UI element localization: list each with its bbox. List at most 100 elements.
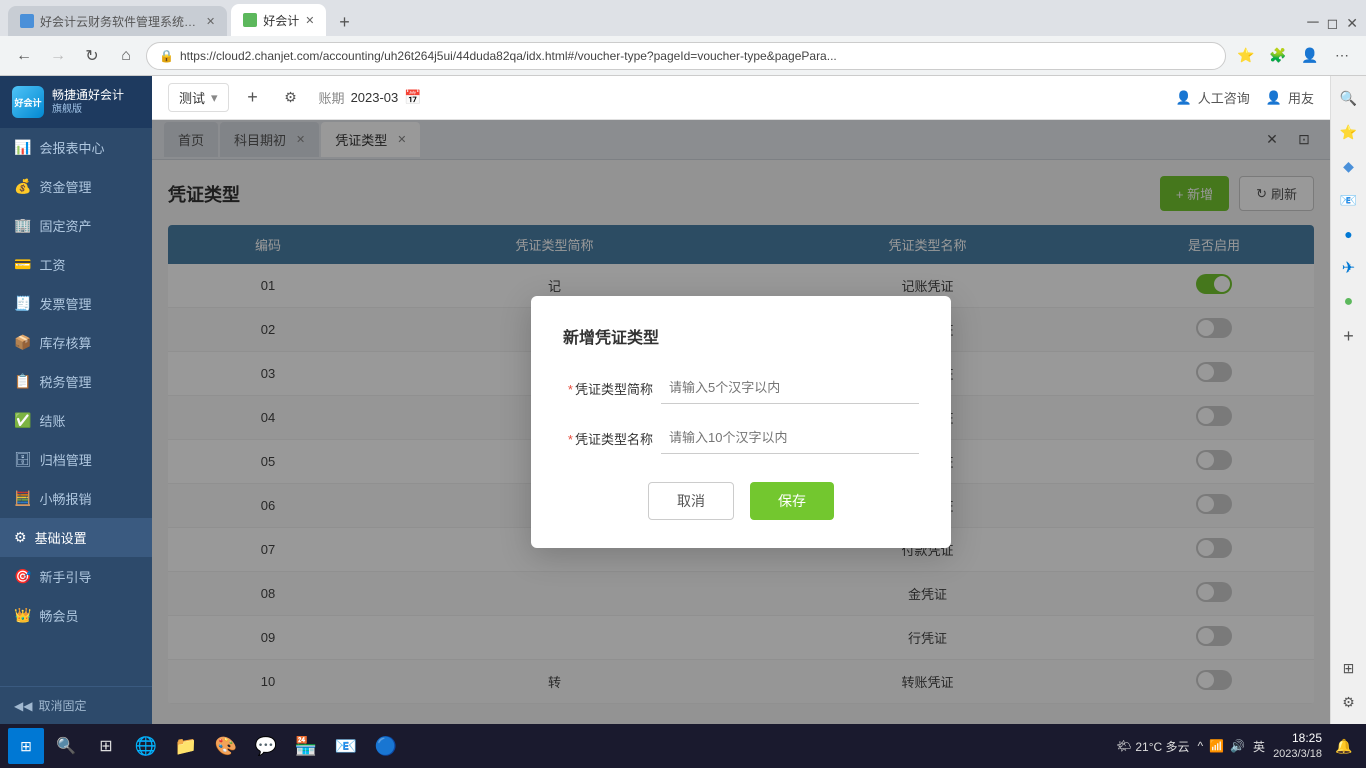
period-info: 账期 2023-03 📅 (319, 88, 422, 107)
modal-actions: 取消 保存 (563, 482, 919, 520)
sidebar-logo: 好会计 畅捷通好会计 旗舰版 (0, 76, 152, 128)
name-label: *凭证类型名称 (563, 429, 653, 448)
right-search-button[interactable]: 🔍 (1335, 84, 1363, 112)
back-button[interactable]: ← (10, 42, 38, 70)
right-panel: 🔍 ⭐ ◆ 📧 ● ✈ ● + ⊞ ⚙ (1330, 76, 1366, 724)
lock-icon: 🔒 (159, 49, 174, 63)
right-star-button[interactable]: ⭐ (1335, 118, 1363, 146)
minimize-button[interactable]: ─ (1307, 14, 1318, 32)
consult-button[interactable]: 👤 人工咨询 (1176, 88, 1250, 107)
cancel-button[interactable]: 取消 (648, 482, 734, 520)
store-taskbar-button[interactable]: 🏪 (288, 728, 324, 764)
sidebar-item-archive[interactable]: 🗄 归档管理 (0, 440, 152, 479)
weather-icon: 🌤 (1116, 739, 1131, 753)
period-label: 账期 (319, 88, 345, 107)
right-grid-button[interactable]: ⊞ (1335, 654, 1363, 682)
right-plane-button[interactable]: ✈ (1335, 254, 1363, 282)
logo-text: 畅捷通好会计 (52, 87, 124, 104)
close-button[interactable]: ✕ (1346, 15, 1358, 32)
sidebar-item-member[interactable]: 👑 畅会员 (0, 596, 152, 635)
sidebar-item-guide[interactable]: 🎯 新手引导 (0, 557, 152, 596)
user-button[interactable]: 👤 用友 (1266, 88, 1314, 107)
lang-indicator: 英 (1253, 738, 1265, 755)
tab-close-active-icon[interactable]: ✕ (305, 14, 314, 27)
finance-icon: 💰 (14, 178, 31, 195)
maximize-button[interactable]: ◻ (1327, 15, 1339, 32)
taskbar-system-icons: ^ 📶 🔊 (1198, 739, 1246, 753)
sidebar-item-tax[interactable]: 📋 税务管理 (0, 362, 152, 401)
right-mail-button[interactable]: 📧 (1335, 186, 1363, 214)
sidebar-item-settings[interactable]: ⚙ 基础设置 (0, 518, 152, 557)
name-field-row: *凭证类型名称 (563, 422, 919, 454)
url-bar[interactable]: 🔒 https://cloud2.chanjet.com/accounting/… (146, 42, 1226, 70)
sidebar-item-assets[interactable]: 🏢 固定资产 (0, 206, 152, 245)
time-display: 18:25 (1273, 730, 1322, 747)
new-tab-button[interactable]: + (330, 8, 358, 36)
logo-sub: 旗舰版 (52, 103, 124, 117)
task-view-button[interactable]: ⊞ (88, 728, 124, 764)
chrome-taskbar-button[interactable]: 🎨 (208, 728, 244, 764)
right-green-button[interactable]: ● (1335, 288, 1363, 316)
browser-taskbar-button[interactable]: 🔵 (368, 728, 404, 764)
tax-icon: 📋 (14, 373, 31, 390)
guide-icon: 🎯 (14, 568, 31, 585)
taskbar-right: 🌤 21°C 多云 ^ 📶 🔊 英 18:25 2023/3/18 🔔 (1116, 730, 1358, 762)
sidebar-item-reports[interactable]: 📊 会报表中心 (0, 128, 152, 167)
chevron-up-icon[interactable]: ^ (1198, 739, 1204, 753)
tab-close-icon[interactable]: ✕ (206, 15, 215, 28)
name-input[interactable] (661, 422, 919, 454)
sidebar-item-finance[interactable]: 💰 资金管理 (0, 167, 152, 206)
window-controls: ─ ◻ ✕ (1307, 14, 1358, 36)
search-taskbar-button[interactable]: 🔍 (48, 728, 84, 764)
right-settings-button[interactable]: ⚙ (1335, 688, 1363, 716)
workspace-settings-button[interactable]: ⚙ (277, 84, 305, 112)
logo-icon: 好会计 (12, 86, 44, 118)
abbr-input[interactable] (661, 372, 919, 404)
add-workspace-button[interactable]: + (239, 84, 267, 112)
right-circle-button[interactable]: ● (1335, 220, 1363, 248)
explorer-taskbar-button[interactable]: 📁 (168, 728, 204, 764)
bookmark-button[interactable]: ⭐ (1232, 42, 1260, 70)
settings-icon: ⚙ (14, 529, 27, 546)
edge-taskbar-button[interactable]: 🌐 (128, 728, 164, 764)
workspace-label: 测试 (179, 88, 205, 107)
menu-button[interactable]: ⋯ (1328, 42, 1356, 70)
sidebar-item-invoices[interactable]: 🧾 发票管理 (0, 284, 152, 323)
extensions-button[interactable]: 🧩 (1264, 42, 1292, 70)
refresh-button[interactable]: ↻ (78, 42, 106, 70)
clock: 18:25 2023/3/18 (1273, 730, 1322, 762)
notification-button[interactable]: 🔔 (1330, 732, 1358, 760)
sidebar-item-salary[interactable]: 💳 工资 (0, 245, 152, 284)
sidebar: 好会计 畅捷通好会计 旗舰版 📊 会报表中心 💰 资金管理 🏢 固定资产 💳 (0, 76, 152, 724)
top-bar-right: 👤 人工咨询 👤 用友 (1176, 88, 1314, 107)
calendar-icon[interactable]: 📅 (404, 89, 421, 106)
modal-title: 新增凭证类型 (563, 324, 919, 348)
save-button[interactable]: 保存 (750, 482, 834, 520)
right-diamond-button[interactable]: ◆ (1335, 152, 1363, 180)
tab-label: 好会计云财务软件管理系统_会计 (40, 13, 200, 30)
pin-icon: ◀◀ (14, 699, 32, 713)
profile-button[interactable]: 👤 (1296, 42, 1324, 70)
home-button[interactable]: ⌂ (112, 42, 140, 70)
modal-overlay: 新增凭证类型 *凭证类型简称 *凭证类型名称 (152, 120, 1330, 724)
sidebar-item-inventory[interactable]: 📦 库存核算 (0, 323, 152, 362)
wechat-taskbar-button[interactable]: 💬 (248, 728, 284, 764)
forward-button[interactable]: → (44, 42, 72, 70)
modal-dialog: 新增凭证类型 *凭证类型简称 *凭证类型名称 (531, 296, 951, 548)
sidebar-item-checkout[interactable]: ✅ 结账 (0, 401, 152, 440)
browser-tab-active[interactable]: 好会计 ✕ (231, 4, 326, 36)
top-bar: 测试 ▾ + ⚙ 账期 2023-03 📅 👤 人工咨询 👤 用友 (152, 76, 1330, 120)
tab-label-active: 好会计 (263, 12, 299, 29)
abbr-field-row: *凭证类型简称 (563, 372, 919, 404)
start-button[interactable]: ⊞ (8, 728, 44, 764)
sidebar-item-expense[interactable]: 🧮 小畅报销 (0, 479, 152, 518)
right-add-button[interactable]: + (1335, 322, 1363, 350)
browser-tab-inactive[interactable]: 好会计云财务软件管理系统_会计 ✕ (8, 6, 227, 36)
mail-taskbar-button[interactable]: 📧 (328, 728, 364, 764)
cancel-fixed-button[interactable]: ◀◀ 取消固定 (0, 686, 152, 724)
dropdown-icon: ▾ (211, 90, 218, 106)
taskbar: ⊞ 🔍 ⊞ 🌐 📁 🎨 💬 🏪 📧 🔵 🌤 21°C 多云 ^ 📶 🔊 英 18… (0, 724, 1366, 768)
workspace-selector[interactable]: 测试 ▾ (168, 83, 229, 112)
date-display: 2023/3/18 (1273, 747, 1322, 762)
salary-icon: 💳 (14, 256, 31, 273)
